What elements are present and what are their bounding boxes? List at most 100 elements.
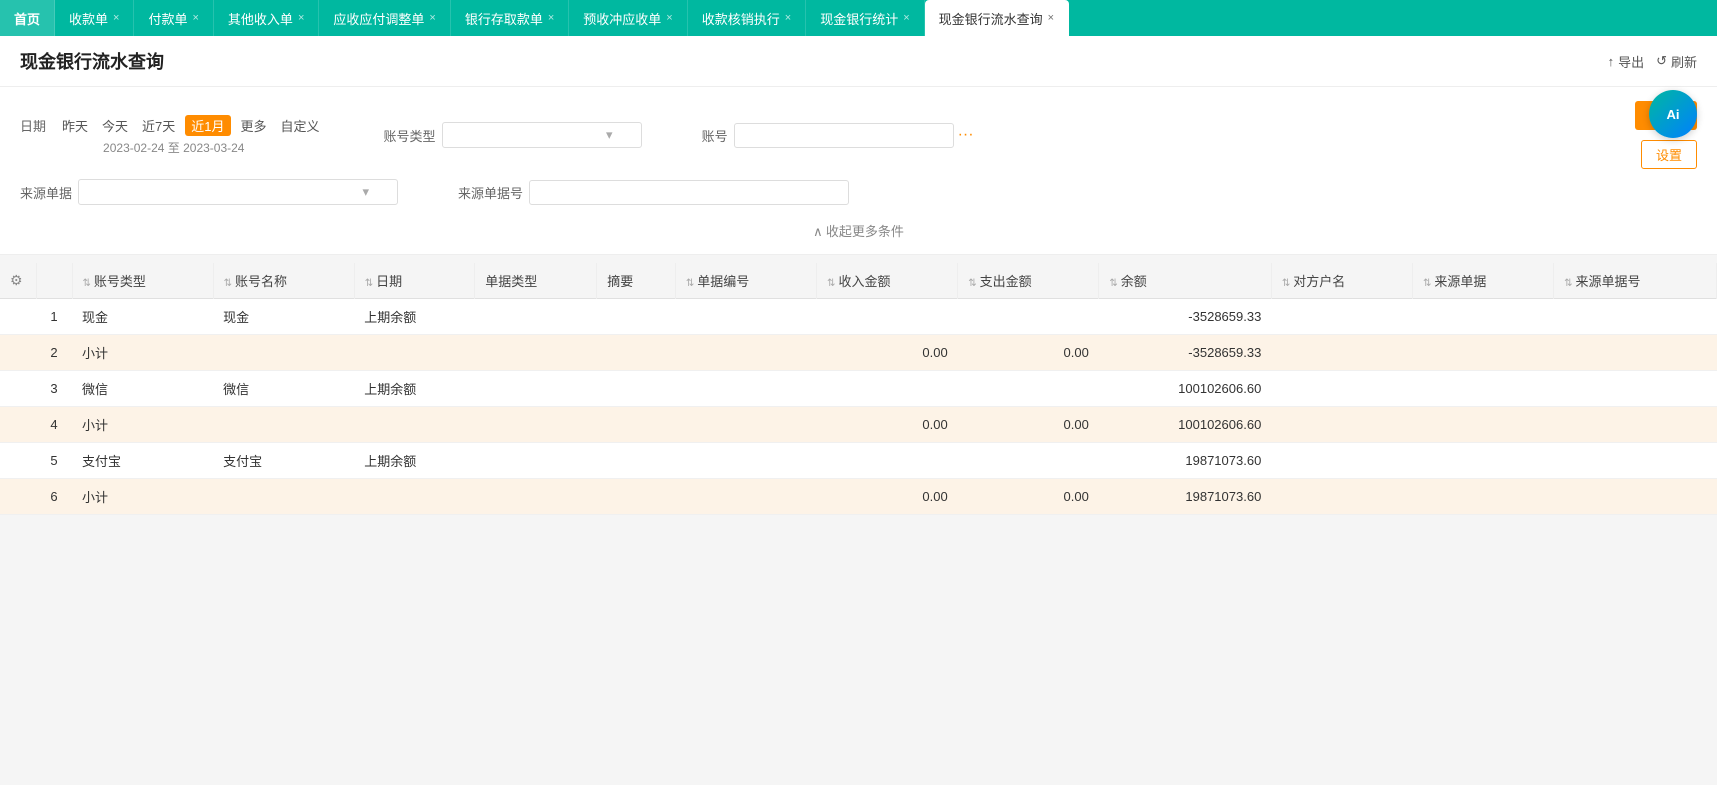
cell-source-doc-num <box>1554 407 1717 443</box>
cell-counterpart <box>1271 335 1412 371</box>
cell-income <box>817 371 958 407</box>
col-source-doc-num[interactable]: ⇅来源单据号 <box>1554 263 1717 299</box>
col-summary: 摘要 <box>597 263 676 299</box>
cell-source-doc <box>1412 443 1553 479</box>
date-btn-custom[interactable]: 自定义 <box>277 116 324 135</box>
nav-tab-cash-flow[interactable]: 现金银行流水查询 × <box>925 0 1069 36</box>
nav-tab-cash-stats[interactable]: 现金银行统计 × <box>806 0 924 36</box>
cell-account-type: 小计 <box>72 335 213 371</box>
nav-tab-collection[interactable]: 收款核销执行 × <box>688 0 806 36</box>
account-input[interactable] <box>734 123 954 148</box>
cell-doc-num <box>675 371 816 407</box>
table-area: ⚙ ⇅账号类型 ⇅账号名称 ⇅日期 单据类型 摘要 ⇅单据编号 ⇅收入金额 ⇅支… <box>0 263 1717 515</box>
cell-date <box>354 335 474 371</box>
col-gear[interactable]: ⚙ <box>0 263 36 299</box>
close-icon[interactable]: × <box>429 12 435 24</box>
account-type-select[interactable]: ▾ <box>442 122 642 148</box>
cell-counterpart <box>1271 299 1412 335</box>
page-title: 现金银行流水查询 <box>20 48 164 74</box>
nav-tab-payments[interactable]: 付款单 × <box>134 0 213 36</box>
cell-income: 0.00 <box>817 335 958 371</box>
cell-doc-num <box>675 407 816 443</box>
dots-button[interactable]: ··· <box>958 126 974 144</box>
cell-source-doc-num <box>1554 443 1717 479</box>
table-row: 4小计0.000.00100102606.60 <box>0 407 1717 443</box>
cell-summary <box>597 371 676 407</box>
cell-balance: -3528659.33 <box>1099 299 1271 335</box>
col-balance[interactable]: ⇅余额 <box>1099 263 1271 299</box>
gear-icon[interactable]: ⚙ <box>10 272 23 288</box>
source-doc-filter: 来源单据 ▾ <box>20 179 398 205</box>
cell-income <box>817 299 958 335</box>
nav-tab-adjustments[interactable]: 应收应付调整单 × <box>319 0 450 36</box>
col-account-type[interactable]: ⇅账号类型 <box>72 263 213 299</box>
nav-tab-other-income[interactable]: 其他收入单 × <box>214 0 319 36</box>
col-counterpart[interactable]: ⇅对方户名 <box>1271 263 1412 299</box>
date-btn-more[interactable]: 更多 <box>237 116 271 135</box>
export-button[interactable]: ↑ 导出 <box>1608 52 1645 71</box>
cell-balance: 100102606.60 <box>1099 407 1271 443</box>
cell-account-name: 现金 <box>213 299 354 335</box>
col-expense[interactable]: ⇅支出金额 <box>958 263 1099 299</box>
filter-row-2: 来源单据 ▾ 来源单据号 <box>20 179 1697 205</box>
close-icon[interactable]: × <box>113 12 119 24</box>
close-icon[interactable]: × <box>548 12 554 24</box>
cell-date: 上期余额 <box>354 443 474 479</box>
date-btn-yesterday[interactable]: 昨天 <box>58 116 92 135</box>
cell-doc-num <box>675 479 816 515</box>
cell-account-type: 微信 <box>72 371 213 407</box>
col-date[interactable]: ⇅日期 <box>354 263 474 299</box>
table-row: 3微信微信上期余额100102606.60 <box>0 371 1717 407</box>
filter-row-1: 日期 昨天 今天 近7天 近1月 更多 自定义 2023-02-24 至 202… <box>20 101 1697 169</box>
table-header: ⚙ ⇅账号类型 ⇅账号名称 ⇅日期 单据类型 摘要 ⇅单据编号 ⇅收入金额 ⇅支… <box>0 263 1717 299</box>
cell-date <box>354 407 474 443</box>
close-icon[interactable]: × <box>785 12 791 24</box>
source-doc-select[interactable]: ▾ <box>78 179 398 205</box>
cell-expense <box>958 371 1099 407</box>
cell-balance: 100102606.60 <box>1099 371 1271 407</box>
close-icon[interactable]: × <box>903 12 909 24</box>
cell-num: 6 <box>36 479 72 515</box>
col-num <box>36 263 72 299</box>
date-btn-1month[interactable]: 近1月 <box>185 115 230 136</box>
table-row: 1现金现金上期余额-3528659.33 <box>0 299 1717 335</box>
nav-tab-receipts[interactable]: 收款单 × <box>55 0 134 36</box>
table-row: 6小计0.000.0019871073.60 <box>0 479 1717 515</box>
cell-source-doc-num <box>1554 371 1717 407</box>
cell-expense: 0.00 <box>958 335 1099 371</box>
cell-source-doc <box>1412 479 1553 515</box>
cell-account-name: 支付宝 <box>213 443 354 479</box>
col-income[interactable]: ⇅收入金额 <box>817 263 958 299</box>
top-nav: 首页 收款单 × 付款单 × 其他收入单 × 应收应付调整单 × 银行存取款单 … <box>0 0 1717 36</box>
nav-home[interactable]: 首页 <box>0 0 55 36</box>
cell-account-name <box>213 407 354 443</box>
cell-doc-type <box>475 371 597 407</box>
cell-num: 2 <box>36 335 72 371</box>
cell-num: 1 <box>36 299 72 335</box>
col-account-name[interactable]: ⇅账号名称 <box>213 263 354 299</box>
date-btn-7days[interactable]: 近7天 <box>138 116 179 135</box>
close-icon[interactable]: × <box>298 12 304 24</box>
nav-tab-prepaid[interactable]: 预收冲应收单 × <box>569 0 687 36</box>
nav-tab-bank-deposits[interactable]: 银行存取款单 × <box>451 0 569 36</box>
date-btn-today[interactable]: 今天 <box>98 116 132 135</box>
close-icon[interactable]: × <box>192 12 198 24</box>
table-row: 5支付宝支付宝上期余额19871073.60 <box>0 443 1717 479</box>
refresh-button[interactable]: ↺ 刷新 <box>1656 52 1697 71</box>
close-icon[interactable]: × <box>1048 12 1054 24</box>
cell-source-doc-num <box>1554 335 1717 371</box>
cell-summary <box>597 443 676 479</box>
cell-account-name: 微信 <box>213 371 354 407</box>
settings-button[interactable]: 设置 <box>1641 140 1697 169</box>
source-doc-num-input[interactable] <box>529 180 849 205</box>
cell-counterpart <box>1271 407 1412 443</box>
cell-balance: 19871073.60 <box>1099 479 1271 515</box>
ai-badge[interactable]: Ai <box>1649 90 1697 138</box>
collapse-bar[interactable]: ∧ 收起更多条件 <box>20 215 1697 244</box>
close-icon[interactable]: × <box>666 12 672 24</box>
col-source-doc[interactable]: ⇅来源单据 <box>1412 263 1553 299</box>
date-range-display: 2023-02-24 至 2023-03-24 <box>103 141 244 155</box>
source-doc-label: 来源单据 <box>20 183 72 202</box>
cell-account-type: 现金 <box>72 299 213 335</box>
col-doc-num[interactable]: ⇅单据编号 <box>675 263 816 299</box>
